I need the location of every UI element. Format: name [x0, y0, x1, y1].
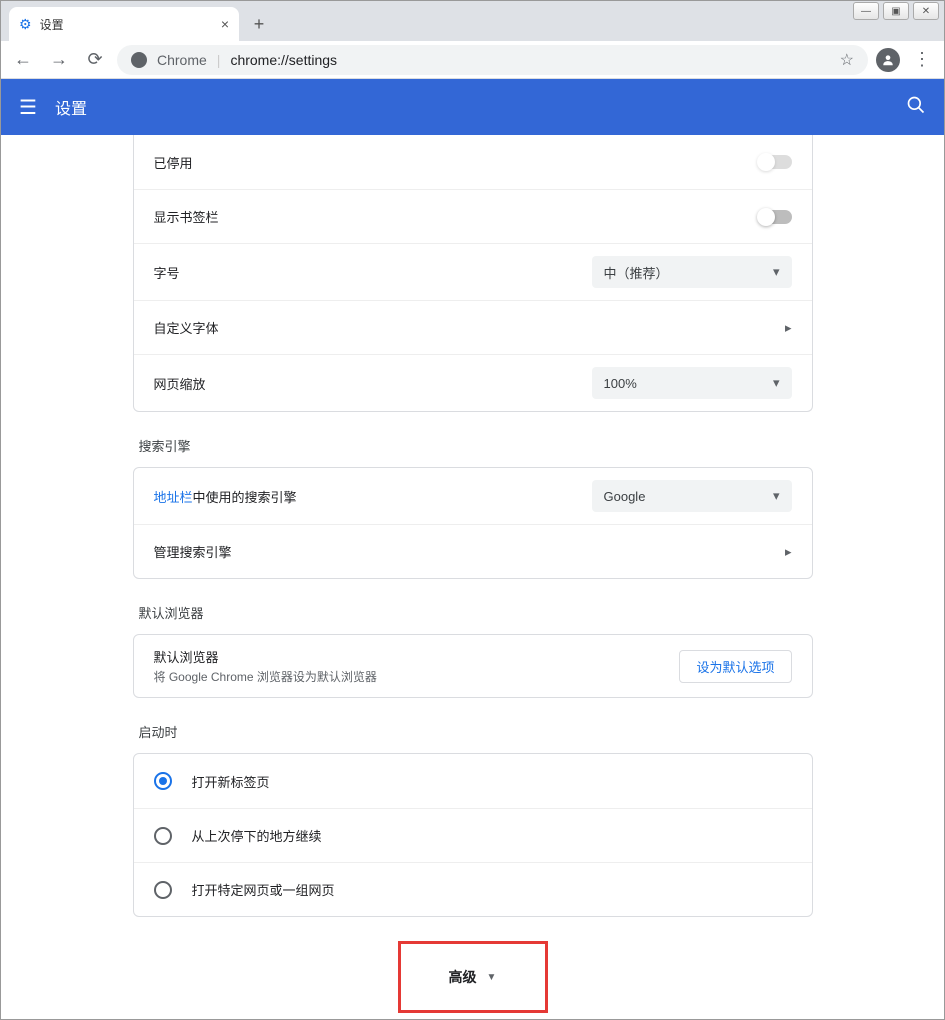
- label-custom-fonts: 自定义字体: [154, 318, 785, 337]
- minimize-button[interactable]: —: [853, 2, 879, 20]
- row-startup-continue[interactable]: 从上次停下的地方继续: [134, 808, 812, 862]
- search-engine-value: Google: [604, 489, 646, 504]
- address-bar-link[interactable]: 地址栏: [154, 490, 193, 505]
- row-custom-fonts[interactable]: 自定义字体 ▸: [134, 300, 812, 354]
- font-size-value: 中（推荐）: [604, 263, 669, 282]
- close-tab-icon[interactable]: ×: [221, 16, 229, 32]
- radio-specific[interactable]: [154, 881, 172, 899]
- omnibox[interactable]: Chrome | chrome://settings ☆: [117, 45, 868, 75]
- select-search-engine[interactable]: Google ▾: [592, 480, 792, 512]
- page-zoom-value: 100%: [604, 376, 637, 391]
- page-title: 设置: [55, 95, 87, 119]
- row-show-bookmarks: 显示书签栏: [134, 189, 812, 243]
- omnibox-path: chrome://settings: [230, 52, 337, 68]
- caret-down-icon: ▼: [487, 972, 497, 983]
- default-browser-title: 默认浏览器: [154, 647, 680, 666]
- set-default-button[interactable]: 设为默认选项: [679, 650, 791, 683]
- hamburger-icon[interactable]: ☰: [19, 95, 37, 120]
- star-icon[interactable]: ☆: [840, 50, 854, 70]
- select-font-size[interactable]: 中（推荐） ▾: [592, 256, 792, 288]
- toggle-disabled: [758, 155, 792, 169]
- label-font-size: 字号: [154, 263, 592, 282]
- caret-down-icon: ▾: [773, 375, 780, 391]
- label-startup-specific: 打开特定网页或一组网页: [192, 880, 335, 899]
- row-startup-specific[interactable]: 打开特定网页或一组网页: [134, 862, 812, 916]
- radio-continue[interactable]: [154, 827, 172, 845]
- label-startup-newtab: 打开新标签页: [192, 772, 270, 791]
- forward-button[interactable]: →: [45, 46, 73, 74]
- settings-header: ☰ 设置: [1, 79, 944, 135]
- omnibox-separator: |: [217, 52, 221, 68]
- gear-icon: ⚙: [19, 16, 32, 33]
- startup-card: 打开新标签页 从上次停下的地方继续 打开特定网页或一组网页: [133, 753, 813, 917]
- label-page-zoom: 网页缩放: [154, 374, 592, 393]
- menu-button[interactable]: ⋮: [908, 46, 936, 74]
- tab-strip: ⚙ 设置 × +: [1, 1, 944, 41]
- row-address-bar-engine: 地址栏中使用的搜索引擎 Google ▾: [134, 468, 812, 524]
- close-window-button[interactable]: ✕: [913, 2, 939, 20]
- section-search-engine: 搜索引擎: [139, 436, 813, 455]
- window-controls: — ▣ ✕: [849, 2, 939, 20]
- row-font-size: 字号 中（推荐） ▾: [134, 243, 812, 300]
- profile-avatar[interactable]: [876, 48, 900, 72]
- row-disabled: 已停用: [134, 135, 812, 189]
- section-startup: 启动时: [139, 722, 813, 741]
- search-engine-card: 地址栏中使用的搜索引擎 Google ▾ 管理搜索引擎 ▸: [133, 467, 813, 579]
- toggle-show-bookmarks[interactable]: [758, 210, 792, 224]
- address-bar-rest: 中使用的搜索引擎: [193, 490, 297, 505]
- advanced-button[interactable]: 高级 ▼: [398, 941, 548, 1013]
- search-icon[interactable]: [906, 95, 926, 120]
- default-browser-card: 默认浏览器 将 Google Chrome 浏览器设为默认浏览器 设为默认选项: [133, 634, 813, 698]
- label-disabled: 已停用: [154, 153, 758, 172]
- label-manage-engines: 管理搜索引擎: [154, 542, 785, 561]
- settings-viewport[interactable]: 已停用 显示书签栏 字号 中（推荐） ▾ 自定义字体 ▸ 网页缩放: [1, 135, 944, 1019]
- tab-title: 设置: [40, 16, 64, 33]
- radio-newtab[interactable]: [154, 772, 172, 790]
- chrome-icon: [131, 52, 147, 68]
- maximize-button[interactable]: ▣: [883, 2, 909, 20]
- label-default-browser: 默认浏览器 将 Google Chrome 浏览器设为默认浏览器: [154, 647, 680, 685]
- reload-button[interactable]: ⟳: [81, 46, 109, 74]
- chevron-right-icon: ▸: [785, 544, 792, 560]
- section-default-browser: 默认浏览器: [139, 603, 813, 622]
- tab-settings[interactable]: ⚙ 设置 ×: [9, 7, 239, 41]
- label-address-bar-engine: 地址栏中使用的搜索引擎: [154, 487, 592, 506]
- row-default-browser: 默认浏览器 将 Google Chrome 浏览器设为默认浏览器 设为默认选项: [134, 635, 812, 697]
- omnibox-prefix: Chrome: [157, 52, 207, 68]
- chevron-right-icon: ▸: [785, 320, 792, 336]
- settings-content: 已停用 显示书签栏 字号 中（推荐） ▾ 自定义字体 ▸ 网页缩放: [133, 135, 813, 1019]
- select-page-zoom[interactable]: 100% ▾: [592, 367, 792, 399]
- caret-down-icon: ▾: [773, 264, 780, 280]
- toolbar: ← → ⟳ Chrome | chrome://settings ☆ ⋮: [1, 41, 944, 79]
- label-show-bookmarks: 显示书签栏: [154, 207, 758, 226]
- row-startup-newtab[interactable]: 打开新标签页: [134, 754, 812, 808]
- new-tab-button[interactable]: +: [245, 10, 273, 38]
- row-manage-engines[interactable]: 管理搜索引擎 ▸: [134, 524, 812, 578]
- default-browser-desc: 将 Google Chrome 浏览器设为默认浏览器: [154, 668, 680, 685]
- appearance-card: 已停用 显示书签栏 字号 中（推荐） ▾ 自定义字体 ▸ 网页缩放: [133, 135, 813, 412]
- caret-down-icon: ▾: [773, 488, 780, 504]
- advanced-label: 高级: [449, 967, 477, 987]
- row-page-zoom: 网页缩放 100% ▾: [134, 354, 812, 411]
- label-startup-continue: 从上次停下的地方继续: [192, 826, 322, 845]
- back-button[interactable]: ←: [9, 46, 37, 74]
